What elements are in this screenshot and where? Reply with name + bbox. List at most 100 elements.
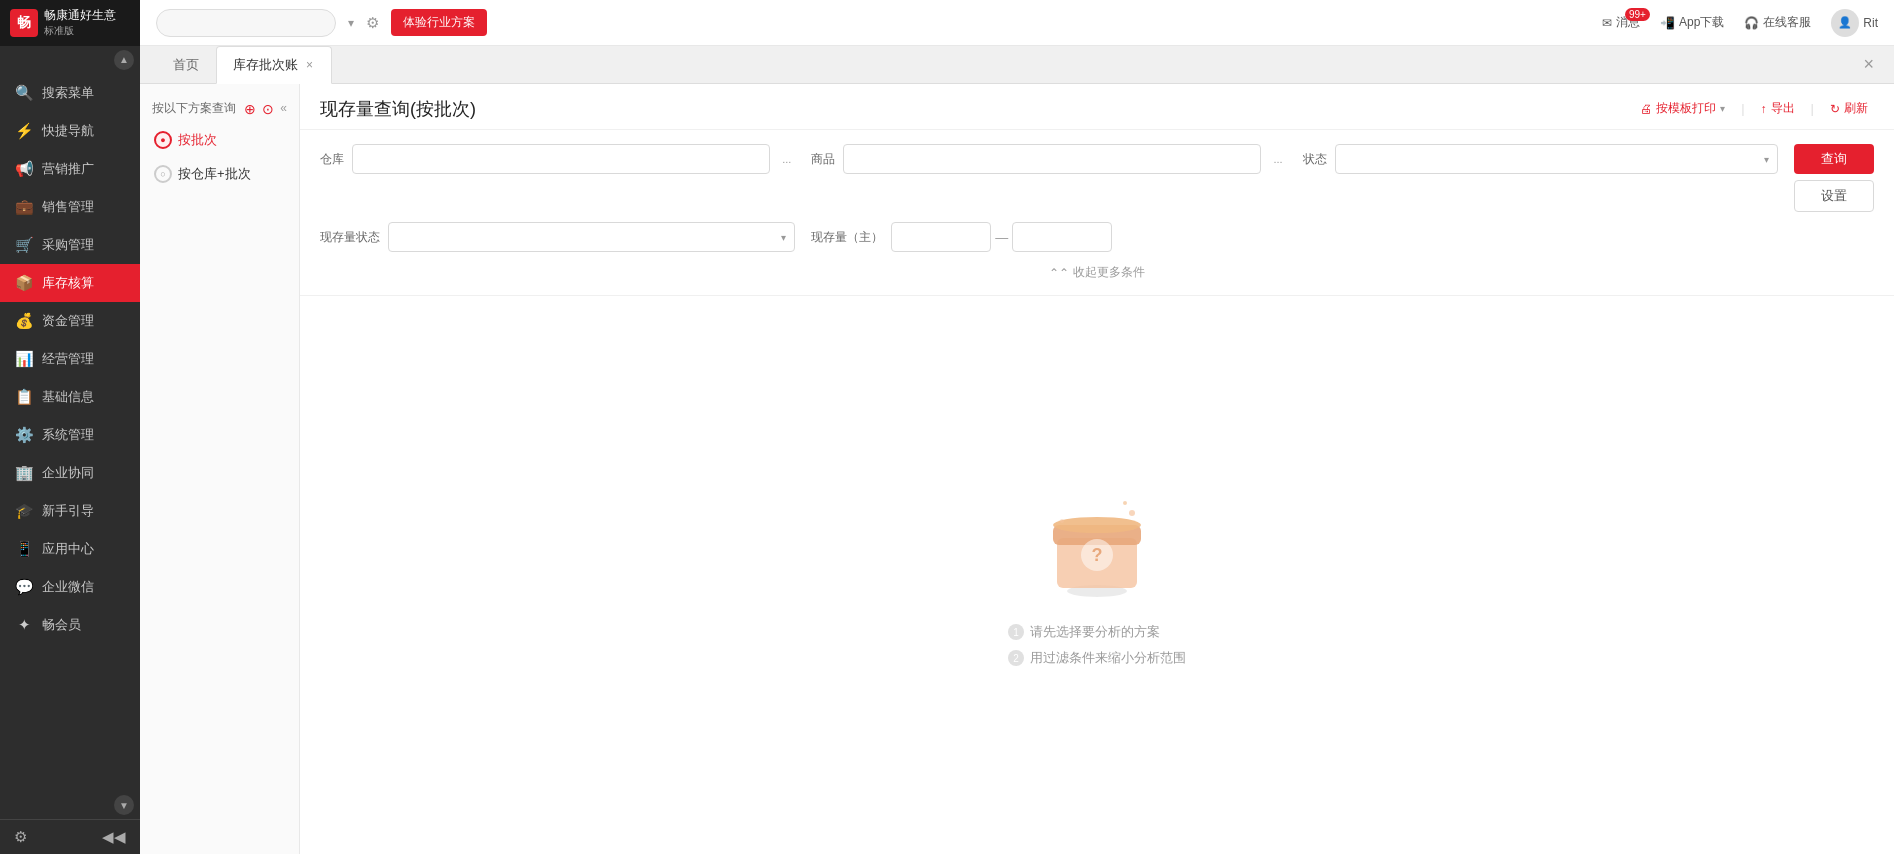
sidebar: 畅 畅康通好生意 标准版 ▲ 🔍 搜索菜单 ⚡ 快捷导航 📢 营销推广 💼 销售… <box>0 0 140 854</box>
collapse-panel-icon[interactable]: « <box>280 101 287 117</box>
tab-inventory-batch-label: 库存批次账 <box>233 56 298 74</box>
product-filter: 商品 ... <box>811 144 1286 174</box>
empty-state: ? 1 请先选择要分析的方案 2 用过滤条件来缩小分析范围 <box>300 296 1894 854</box>
sidebar-item-marketing[interactable]: 📢 营销推广 <box>0 150 140 188</box>
purchase-icon: 🛒 <box>14 236 34 254</box>
scheme-by-warehouse-batch[interactable]: ○ 按仓库+批次 <box>140 157 299 191</box>
sidebar-item-label: 库存核算 <box>42 274 94 292</box>
tab-inventory-batch[interactable]: 库存批次账 × <box>216 46 332 84</box>
header-actions: 🖨 按模板打印 ▾ | ↑ 导出 | ↻ 刷新 <box>1634 96 1874 121</box>
settings-icon[interactable]: ⚙ <box>14 828 27 846</box>
tip-num-1: 1 <box>1008 624 1024 640</box>
sidebar-item-operations[interactable]: 📊 经营管理 <box>0 340 140 378</box>
sidebar-item-label: 销售管理 <box>42 198 94 216</box>
tabbar: 首页 库存批次账 × × <box>140 46 1894 84</box>
qty-range: — <box>891 222 1112 252</box>
trial-button[interactable]: 体验行业方案 <box>391 9 487 36</box>
main-area: ▾ ⚙ 体验行业方案 ✉ 消息 99+ 📲 App下载 🎧 在线客服 👤 Rit <box>140 0 1894 854</box>
message-icon: ✉ <box>1602 16 1612 30</box>
tab-home-label: 首页 <box>173 56 199 74</box>
product-more-btn[interactable]: ... <box>1269 151 1286 167</box>
refresh-button[interactable]: ↻ 刷新 <box>1824 96 1874 121</box>
sidebar-item-apps[interactable]: 📱 应用中心 <box>0 530 140 568</box>
page-title: 现存量查询(按批次) <box>320 97 476 121</box>
header-divider2: | <box>1811 101 1814 116</box>
app-download-button[interactable]: 📲 App下载 <box>1660 14 1724 31</box>
tabbar-close-button[interactable]: × <box>1859 54 1878 75</box>
sidebar-nav: 🔍 搜索菜单 ⚡ 快捷导航 📢 营销推广 💼 销售管理 🛒 采购管理 📦 库存核… <box>0 74 140 791</box>
sidebar-item-member[interactable]: ✦ 畅会员 <box>0 606 140 644</box>
filter-area: 仓库 ... 商品 ... <box>300 130 1894 296</box>
svg-point-8 <box>1123 501 1127 505</box>
online-service-button[interactable]: 🎧 在线客服 <box>1744 14 1811 31</box>
right-panel: 现存量查询(按批次) 🖨 按模板打印 ▾ | ↑ 导出 | ↻ <box>300 84 1894 854</box>
scheme-by-batch[interactable]: ● 按批次 <box>140 123 299 157</box>
inventory-status-filter: 现存量状态 ▾ <box>320 222 795 252</box>
warehouse-input[interactable] <box>352 144 770 174</box>
warehouse-more-btn[interactable]: ... <box>778 151 795 167</box>
settings-button[interactable]: 设置 <box>1794 180 1874 212</box>
scheme-icon-red: ● <box>154 131 172 149</box>
empty-tip-2: 2 用过滤条件来缩小分析范围 <box>1008 649 1186 667</box>
status-chevron-icon: ▾ <box>1764 154 1769 165</box>
export-button[interactable]: ↑ 导出 <box>1755 96 1801 121</box>
sidebar-item-system[interactable]: ⚙️ 系统管理 <box>0 416 140 454</box>
sidebar-item-wechat[interactable]: 💬 企业微信 <box>0 568 140 606</box>
product-label: 商品 <box>811 151 835 168</box>
warehouse-filter: 仓库 ... <box>320 144 795 174</box>
qty-max-input[interactable] <box>1012 222 1112 252</box>
sidebar-item-purchase[interactable]: 🛒 采购管理 <box>0 226 140 264</box>
add-scheme-icon[interactable]: ⊕ <box>244 101 256 117</box>
enterprise-icon: 🏢 <box>14 464 34 482</box>
tab-home[interactable]: 首页 <box>156 46 216 84</box>
sidebar-item-shortcut[interactable]: ⚡ 快捷导航 <box>0 112 140 150</box>
sidebar-item-label: 快捷导航 <box>42 122 94 140</box>
sidebar-item-label: 新手引导 <box>42 502 94 520</box>
sidebar-item-inventory[interactable]: 📦 库存核算 <box>0 264 140 302</box>
collapse-label: 收起更多条件 <box>1073 264 1145 281</box>
qty-min-input[interactable] <box>891 222 991 252</box>
svg-text:?: ? <box>1092 545 1103 565</box>
tip-text-1: 请先选择要分析的方案 <box>1030 623 1160 641</box>
content-area: 按以下方案查询 ⊕ ⊙ « ● 按批次 ○ 按仓库+批次 现存量查询(按批次) <box>140 84 1894 854</box>
status-select[interactable]: ▾ <box>1335 144 1778 174</box>
search-icon: 🔍 <box>14 84 34 102</box>
avatar: 👤 <box>1831 9 1859 37</box>
page-header: 现存量查询(按批次) 🖨 按模板打印 ▾ | ↑ 导出 | ↻ <box>300 84 1894 130</box>
sidebar-item-newbie[interactable]: 🎓 新手引导 <box>0 492 140 530</box>
scheme-label: 按批次 <box>178 131 217 149</box>
app-title: 畅康通好生意 <box>44 8 116 24</box>
collapse-sidebar-icon[interactable]: ◀◀ <box>102 828 126 846</box>
sidebar-item-search[interactable]: 🔍 搜索菜单 <box>0 74 140 112</box>
topbar-gear-icon[interactable]: ⚙ <box>366 14 379 32</box>
sidebar-item-label: 资金管理 <box>42 312 94 330</box>
left-panel-header: 按以下方案查询 ⊕ ⊙ « <box>140 94 299 123</box>
inventory-status-label: 现存量状态 <box>320 229 380 246</box>
topbar-chevron-icon[interactable]: ▾ <box>348 16 354 30</box>
sidebar-item-finance[interactable]: 💰 资金管理 <box>0 302 140 340</box>
header-divider: | <box>1741 101 1744 116</box>
query-button[interactable]: 查询 <box>1794 144 1874 174</box>
inventory-status-select[interactable]: ▾ <box>388 222 795 252</box>
export-icon: ↑ <box>1761 102 1767 116</box>
product-input[interactable] <box>843 144 1261 174</box>
sidebar-bottom: ⚙ ◀◀ <box>0 819 140 854</box>
sidebar-scroll-down[interactable]: ▼ <box>114 795 134 815</box>
tab-close-icon[interactable]: × <box>304 58 315 72</box>
message-button[interactable]: ✉ 消息 99+ <box>1602 14 1640 31</box>
basic-icon: 📋 <box>14 388 34 406</box>
settings-scheme-icon[interactable]: ⊙ <box>262 101 274 117</box>
sidebar-item-label: 搜索菜单 <box>42 84 94 102</box>
apps-icon: 📱 <box>14 540 34 558</box>
collapse-filters-button[interactable]: ⌃⌃ 收起更多条件 <box>320 260 1874 285</box>
topbar-search-input[interactable] <box>156 9 336 37</box>
collapse-up-icon: ⌃⌃ <box>1049 266 1069 280</box>
print-button[interactable]: 🖨 按模板打印 ▾ <box>1634 96 1731 121</box>
sidebar-item-sales[interactable]: 💼 销售管理 <box>0 188 140 226</box>
user-profile[interactable]: 👤 Rit <box>1831 9 1878 37</box>
status-filter: 状态 ▾ <box>1303 144 1778 174</box>
sidebar-item-basic[interactable]: 📋 基础信息 <box>0 378 140 416</box>
member-icon: ✦ <box>14 616 34 634</box>
sidebar-scroll-up[interactable]: ▲ <box>114 50 134 70</box>
sidebar-item-enterprise[interactable]: 🏢 企业协同 <box>0 454 140 492</box>
